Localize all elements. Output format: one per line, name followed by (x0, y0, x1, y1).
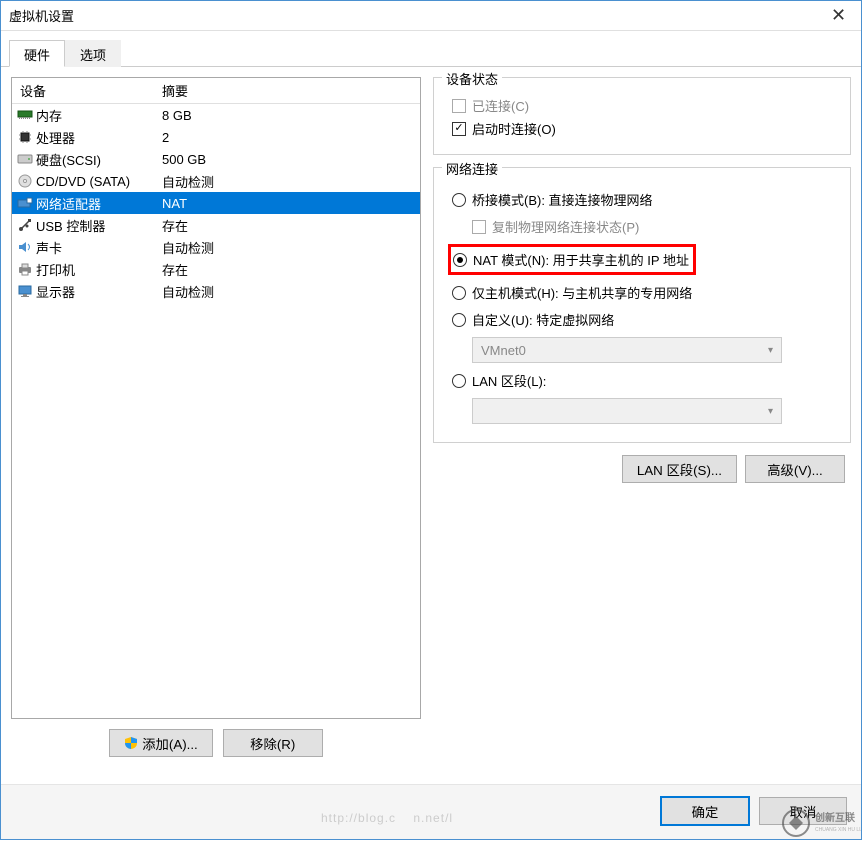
custom-network-select: VMnet0 ▾ (472, 337, 782, 363)
row-label: 内存 (36, 106, 154, 125)
row-label: CD/DVD (SATA) (36, 174, 154, 189)
display-icon (16, 283, 34, 299)
row-summary: 自动检测 (154, 282, 420, 301)
uac-shield-icon (124, 736, 138, 750)
row-label: 网络适配器 (36, 194, 154, 213)
col-header-device[interactable]: 设备 (12, 81, 154, 100)
add-button-label: 添加(A)... (142, 734, 198, 753)
row-display[interactable]: 显示器 自动检测 (12, 280, 420, 302)
row-summary: 500 GB (154, 152, 420, 167)
usb-icon (16, 217, 34, 233)
row-label: 硬盘(SCSI) (36, 150, 154, 169)
row-label: 打印机 (36, 260, 154, 279)
replicate-checkbox-row: 复制物理网络连接状态(P) (472, 217, 838, 236)
poweron-checkbox-row[interactable]: ✓ 启动时连接(O) (452, 119, 838, 138)
replicate-label: 复制物理网络连接状态(P) (492, 217, 639, 236)
hostonly-radio[interactable] (452, 286, 466, 300)
left-button-row: 添加(A)... 移除(R) (11, 729, 421, 757)
row-sound[interactable]: 声卡 自动检测 (12, 236, 420, 258)
nat-radio[interactable] (453, 253, 467, 267)
chevron-down-icon: ▾ (768, 406, 773, 417)
right-pane: 设备状态 已连接(C) ✓ 启动时连接(O) 网络连接 桥接模式(B): 直接连… (433, 77, 851, 757)
tab-options[interactable]: 选项 (65, 40, 121, 67)
row-cd[interactable]: CD/DVD (SATA) 自动检测 (12, 170, 420, 192)
row-summary: 自动检测 (154, 172, 420, 191)
custom-radio[interactable] (452, 313, 466, 327)
remove-button[interactable]: 移除(R) (223, 729, 323, 757)
lan-segment-select: ▾ (472, 398, 782, 424)
lan-segment-value (481, 404, 485, 419)
lan-radio-row[interactable]: LAN 区段(L): (452, 371, 838, 390)
watermark-logo: 创新互联 CHUANG XIN HU LIAN (781, 807, 861, 839)
hostonly-label: 仅主机模式(H): 与主机共享的专用网络 (472, 283, 692, 302)
connected-label: 已连接(C) (472, 96, 529, 115)
row-summary: 2 (154, 130, 420, 145)
lan-segments-button[interactable]: LAN 区段(S)... (622, 455, 737, 483)
poweron-checkbox[interactable]: ✓ (452, 122, 466, 136)
sound-icon (16, 239, 34, 255)
network-icon (16, 195, 34, 211)
row-label: 声卡 (36, 238, 154, 257)
custom-network-value: VMnet0 (481, 343, 526, 358)
row-memory[interactable]: 内存 8 GB (12, 104, 420, 126)
row-summary: 8 GB (154, 108, 420, 123)
row-disk[interactable]: 硬盘(SCSI) 500 GB (12, 148, 420, 170)
connected-checkbox (452, 99, 466, 113)
device-list: 设备 摘要 内存 8 GB 处理器 2 硬盘(SCSI) 500 GB (11, 77, 421, 719)
nat-label: NAT 模式(N): 用于共享主机的 IP 地址 (473, 250, 689, 269)
bridged-radio-row[interactable]: 桥接模式(B): 直接连接物理网络 (452, 190, 838, 209)
row-summary: NAT (154, 196, 420, 211)
cd-icon (16, 173, 34, 189)
network-connection-group: 网络连接 桥接模式(B): 直接连接物理网络 复制物理网络连接状态(P) NAT… (433, 167, 851, 443)
connected-checkbox-row: 已连接(C) (452, 96, 838, 115)
svg-text:创新互联: 创新互联 (814, 811, 855, 824)
ok-button[interactable]: 确定 (661, 797, 749, 825)
content-area: 设备 摘要 内存 8 GB 处理器 2 硬盘(SCSI) 500 GB (1, 67, 861, 767)
list-header: 设备 摘要 (12, 78, 420, 104)
col-header-summary[interactable]: 摘要 (154, 81, 420, 100)
close-button[interactable]: ✕ (816, 1, 861, 30)
advanced-button[interactable]: 高级(V)... (745, 455, 845, 483)
row-usb[interactable]: USB 控制器 存在 (12, 214, 420, 236)
device-status-group: 设备状态 已连接(C) ✓ 启动时连接(O) (433, 77, 851, 155)
tab-hardware[interactable]: 硬件 (9, 40, 65, 67)
row-cpu[interactable]: 处理器 2 (12, 126, 420, 148)
bridged-label: 桥接模式(B): 直接连接物理网络 (472, 190, 653, 209)
lan-label: LAN 区段(L): (472, 371, 546, 390)
left-pane: 设备 摘要 内存 8 GB 处理器 2 硬盘(SCSI) 500 GB (11, 77, 421, 757)
disk-icon (16, 151, 34, 167)
memory-icon (16, 107, 34, 123)
row-label: 处理器 (36, 128, 154, 147)
printer-icon (16, 261, 34, 277)
nat-highlight: NAT 模式(N): 用于共享主机的 IP 地址 (448, 244, 696, 275)
add-button[interactable]: 添加(A)... (109, 729, 213, 757)
row-summary: 自动检测 (154, 238, 420, 257)
right-button-row: LAN 区段(S)... 高级(V)... (433, 455, 851, 483)
hostonly-radio-row[interactable]: 仅主机模式(H): 与主机共享的专用网络 (452, 283, 838, 302)
titlebar: 虚拟机设置 ✕ (1, 1, 861, 31)
svg-text:CHUANG XIN HU LIAN: CHUANG XIN HU LIAN (815, 827, 861, 833)
lan-radio[interactable] (452, 374, 466, 388)
row-printer[interactable]: 打印机 存在 (12, 258, 420, 280)
window-title: 虚拟机设置 (9, 6, 816, 25)
cpu-icon (16, 129, 34, 145)
row-summary: 存在 (154, 216, 420, 235)
vm-settings-window: 虚拟机设置 ✕ 硬件 选项 设备 摘要 内存 8 GB 处理器 2 (0, 0, 862, 840)
tab-row: 硬件 选项 (1, 39, 861, 67)
custom-label: 自定义(U): 特定虚拟网络 (472, 310, 614, 329)
group-title-net: 网络连接 (442, 159, 502, 178)
bottom-button-bar: 确定 取消 (1, 784, 861, 839)
chevron-down-icon: ▾ (768, 345, 773, 356)
custom-radio-row[interactable]: 自定义(U): 特定虚拟网络 (452, 310, 838, 329)
row-summary: 存在 (154, 260, 420, 279)
bridged-radio[interactable] (452, 193, 466, 207)
group-title-status: 设备状态 (442, 69, 502, 88)
poweron-label: 启动时连接(O) (472, 119, 556, 138)
row-label: USB 控制器 (36, 216, 154, 235)
replicate-checkbox (472, 220, 486, 234)
row-network[interactable]: 网络适配器 NAT (12, 192, 420, 214)
row-label: 显示器 (36, 282, 154, 301)
